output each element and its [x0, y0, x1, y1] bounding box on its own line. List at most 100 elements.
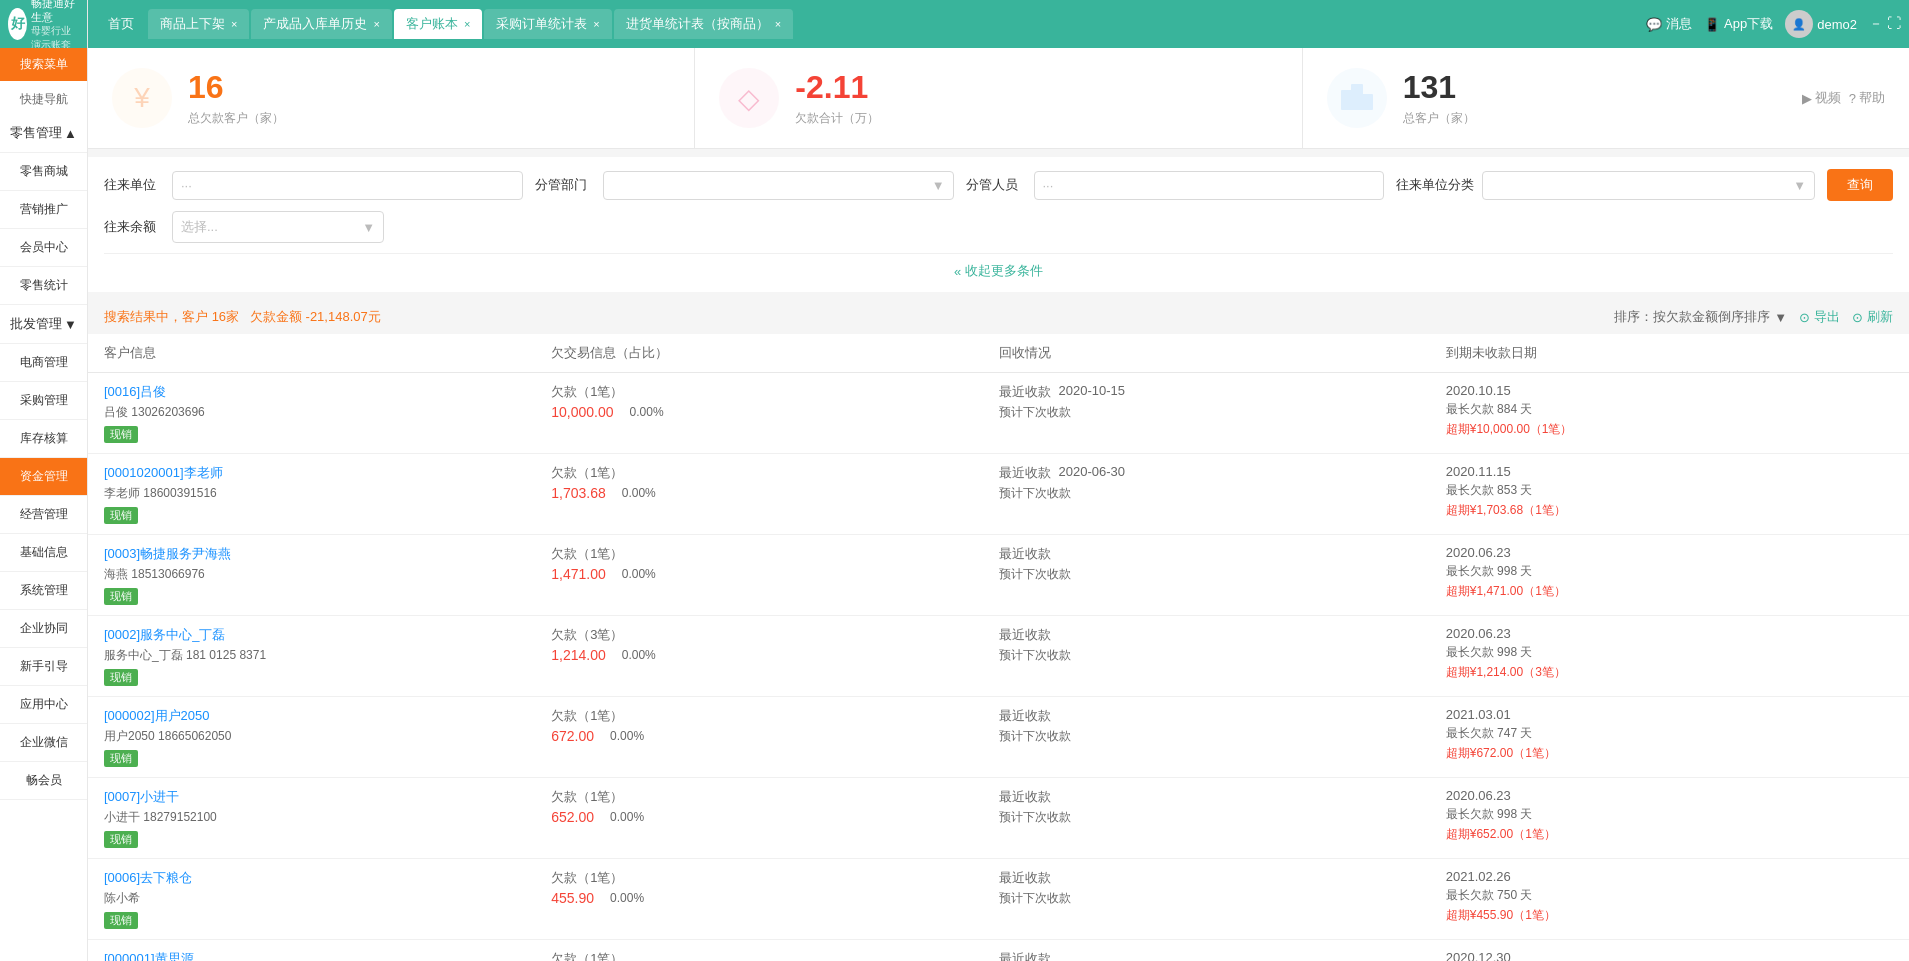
- debt-amount-5: 652.00: [551, 809, 594, 825]
- filter-supplier-input[interactable]: ···: [172, 171, 523, 200]
- collapse-icon: «: [954, 264, 961, 279]
- app-download-button[interactable]: 📱 App下载: [1704, 15, 1773, 33]
- refresh-button[interactable]: ⊙ 刷新: [1852, 308, 1893, 326]
- filter-manager: 分管人员 ···: [966, 171, 1385, 200]
- customer-tag-3: 现销: [104, 669, 138, 686]
- sidebar-item-finance[interactable]: 资金管理: [0, 458, 87, 496]
- sidebar-item-purchase[interactable]: 采购管理: [0, 382, 87, 420]
- sidebar-item-retail-mall[interactable]: 零售商城: [0, 153, 87, 191]
- tab-product-shelf[interactable]: 商品上下架 ×: [148, 9, 249, 39]
- sidebar-item-operation[interactable]: 经营管理: [0, 496, 87, 534]
- sidebar-item-app-center[interactable]: 应用中心: [0, 686, 87, 724]
- table-row: [0006]去下粮仓 陈小希 现销 欠款（1笔） 455.90 0.00% 最近…: [88, 859, 1909, 940]
- filter-department-select[interactable]: ▼: [603, 171, 954, 200]
- customer-name-2[interactable]: [0003]畅捷服务尹海燕: [104, 545, 551, 563]
- recover-info-5: 最近收款 预计下次收款: [999, 788, 1446, 826]
- stat-number-total: 131: [1403, 69, 1475, 106]
- sidebar-item-ecommerce[interactable]: 电商管理: [0, 344, 87, 382]
- customer-phone-5: 小进干 18279152100: [104, 809, 551, 826]
- stat-info-customers: 16 总欠款客户（家）: [188, 69, 284, 127]
- sidebar-item-member-vip[interactable]: 畅会员: [0, 762, 87, 800]
- sidebar-item-retail-mgmt[interactable]: 零售管理 ▲: [0, 114, 87, 153]
- col-header-debt: 欠交易信息（占比）: [551, 344, 998, 362]
- customer-name-3[interactable]: [0002]服务中心_丁磊: [104, 626, 551, 644]
- sidebar-item-batch-mgmt[interactable]: 批发管理 ▼: [0, 305, 87, 344]
- sidebar-item-member[interactable]: 会员中心: [0, 229, 87, 267]
- due-info-2: 2020.06.23 最长欠款 998 天 超期¥1,471.00（1笔）: [1446, 545, 1893, 600]
- video-help-button[interactable]: ▶ 视频: [1802, 89, 1841, 107]
- col-header-due: 到期未收款日期: [1446, 344, 1893, 362]
- overdue-amount-4[interactable]: 超期¥672.00（1笔）: [1446, 745, 1893, 762]
- sidebar-item-newbie[interactable]: 新手引导: [0, 648, 87, 686]
- overdue-amount-5[interactable]: 超期¥652.00（1笔）: [1446, 826, 1893, 843]
- sort-button[interactable]: 排序：按欠款金额倒序排序 ▼: [1614, 308, 1787, 326]
- stats-row: ¥ 16 总欠款客户（家） ◇ -2.11 欠款合计（万）: [88, 48, 1909, 149]
- recover-info-0: 最近收款 2020-10-15 预计下次收款: [999, 383, 1446, 421]
- tab-product-history[interactable]: 产成品入库单历史 ×: [251, 9, 391, 39]
- debt-amount-3: 1,214.00: [551, 647, 606, 663]
- maximize-button[interactable]: ⛶: [1887, 15, 1901, 33]
- customer-name-6[interactable]: [0006]去下粮仓: [104, 869, 551, 887]
- sidebar-item-inventory[interactable]: 库存核算: [0, 420, 87, 458]
- due-info-7: 2020.12.30 最长欠款 808 天 超期¥429.00（1笔）: [1446, 950, 1893, 961]
- recover-info-1: 最近收款 2020-06-30 预计下次收款: [999, 464, 1446, 502]
- tab-bar: 首页 商品上下架 × 产成品入库单历史 × 客户账本 × 采购订单统计表 × 进…: [96, 9, 793, 39]
- tab-close-product-history[interactable]: ×: [373, 18, 379, 30]
- collapse-button[interactable]: « 收起更多条件: [104, 262, 1893, 280]
- customer-info-5: [0007]小进干 小进干 18279152100 现销: [104, 788, 551, 848]
- tab-purchase-order[interactable]: 采购订单统计表 ×: [484, 9, 611, 39]
- customer-phone-1: 李老师 18600391516: [104, 485, 551, 502]
- debt-info-3: 欠款（3笔） 1,214.00 0.00%: [551, 626, 998, 663]
- customer-name-1[interactable]: [0001020001]李老师: [104, 464, 551, 482]
- filter-supplier-category-select[interactable]: ▼: [1482, 171, 1815, 200]
- customer-name-7[interactable]: [000001]黄思源: [104, 950, 551, 961]
- stat-help-buttons: ▶ 视频 ? 帮助: [1802, 89, 1885, 107]
- message-button[interactable]: 💬 消息: [1646, 15, 1692, 33]
- stat-info-total: 131 总客户（家）: [1403, 69, 1475, 127]
- tab-close-inventory-stat[interactable]: ×: [775, 18, 781, 30]
- tab-home[interactable]: 首页: [96, 9, 146, 39]
- table-row: [0001020001]李老师 李老师 18600391516 现销 欠款（1笔…: [88, 454, 1909, 535]
- overdue-amount-1[interactable]: 超期¥1,703.68（1笔）: [1446, 502, 1893, 519]
- tab-close-purchase-order[interactable]: ×: [593, 18, 599, 30]
- sidebar-item-basic-info[interactable]: 基础信息: [0, 534, 87, 572]
- user-profile[interactable]: 👤 demo2: [1785, 10, 1857, 38]
- svg-rect-2: [1361, 94, 1373, 110]
- recover-info-4: 最近收款 预计下次收款: [999, 707, 1446, 745]
- overdue-amount-2[interactable]: 超期¥1,471.00（1笔）: [1446, 583, 1893, 600]
- sidebar-item-retail-stat[interactable]: 零售统计: [0, 267, 87, 305]
- topbar-right: 💬 消息 📱 App下载 👤 demo2 － ⛶: [1646, 10, 1901, 38]
- search-menu-button[interactable]: 搜索菜单: [0, 48, 87, 81]
- customer-name-5[interactable]: [0007]小进干: [104, 788, 551, 806]
- filter-balance-select[interactable]: 选择... ▼: [172, 211, 384, 243]
- table-row: [0007]小进干 小进干 18279152100 现销 欠款（1笔） 652.…: [88, 778, 1909, 859]
- tab-customer-account[interactable]: 客户账本 ×: [394, 9, 482, 39]
- minimize-button[interactable]: －: [1869, 15, 1883, 33]
- customer-name-4[interactable]: [000002]用户2050: [104, 707, 551, 725]
- debt-percent-5: 0.00%: [610, 810, 644, 824]
- filter-manager-input[interactable]: ···: [1034, 171, 1385, 200]
- tab-close-customer-account[interactable]: ×: [464, 18, 470, 30]
- overdue-amount-6[interactable]: 超期¥455.90（1笔）: [1446, 907, 1893, 924]
- overdue-amount-0[interactable]: 超期¥10,000.00（1笔）: [1446, 421, 1893, 438]
- debt-total: -21,148.07元: [306, 309, 381, 324]
- help-button[interactable]: ? 帮助: [1849, 89, 1885, 107]
- tab-inventory-stat[interactable]: 进货单统计表（按商品） ×: [614, 9, 793, 39]
- sidebar-item-system[interactable]: 系统管理: [0, 572, 87, 610]
- customer-name-0[interactable]: [0016]吕俊: [104, 383, 551, 401]
- debt-info-7: 欠款（1笔） 429.00 0.00%: [551, 950, 998, 961]
- export-button[interactable]: ⊙ 导出: [1799, 308, 1840, 326]
- sidebar-item-enterprise[interactable]: 企业协同: [0, 610, 87, 648]
- overdue-amount-3[interactable]: 超期¥1,214.00（3笔）: [1446, 664, 1893, 681]
- sidebar: 好 畅捷通好生意 母婴行业演示账套 搜索菜单 快捷导航 零售管理 ▲ 零售商城 …: [0, 0, 88, 961]
- results-actions: 排序：按欠款金额倒序排序 ▼ ⊙ 导出 ⊙ 刷新: [1614, 308, 1893, 326]
- search-button[interactable]: 查询: [1827, 169, 1893, 201]
- sidebar-item-marketing[interactable]: 营销推广: [0, 191, 87, 229]
- due-info-5: 2020.06.23 最长欠款 998 天 超期¥652.00（1笔）: [1446, 788, 1893, 843]
- collapse-section: « 收起更多条件: [104, 253, 1893, 280]
- tab-close-product-shelf[interactable]: ×: [231, 18, 237, 30]
- customer-info-6: [0006]去下粮仓 陈小希 现销: [104, 869, 551, 929]
- sidebar-item-wechat[interactable]: 企业微信: [0, 724, 87, 762]
- stat-label-total: 总客户（家）: [1403, 110, 1475, 127]
- app-download-icon: 📱: [1704, 17, 1720, 32]
